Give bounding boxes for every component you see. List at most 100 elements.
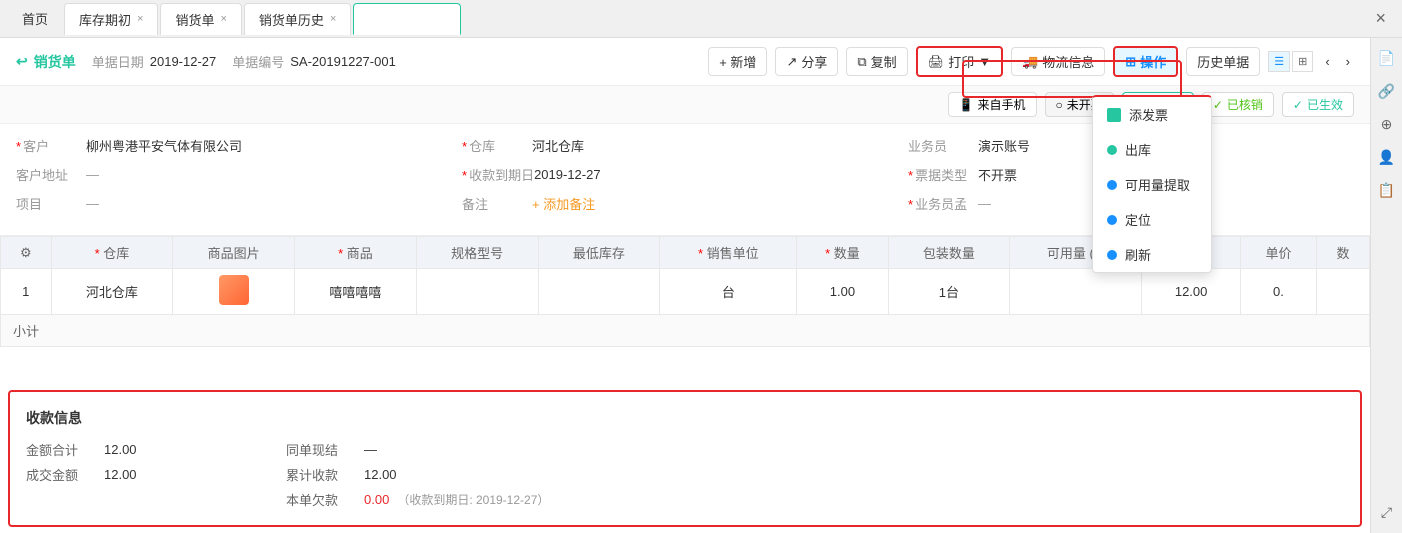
tab-home[interactable]: 首页 [8,3,62,35]
sidebar-list-icon[interactable]: 📋 [1374,178,1399,203]
logistics-icon: 🚚 [1022,54,1038,70]
history-button[interactable]: 历史单据 [1186,47,1260,76]
add-button[interactable]: + 新增 [708,47,767,76]
outstanding-row: 本单欠款 0.00 （收款到期日: 2019-12-27） [286,490,1344,509]
ticket-type-value: 不开票 [978,165,1017,184]
address-value: — [86,167,99,182]
menu-ship-out[interactable]: 出库 [1093,132,1211,167]
warehouse-value: 河北仓库 [532,136,584,155]
address-label: 客户地址 [16,165,86,184]
col-gear: ⚙ [1,237,52,269]
print-button[interactable]: 🖨 打印 ▼ [916,46,1003,77]
sidebar-link-icon[interactable]: 🔗 [1374,79,1399,104]
history-label: 历史单据 [1197,52,1249,71]
doc-no-meta: 单据编号 SA-20191227-001 [232,52,396,71]
row-product: 嘻嘻嘻嘻 [295,269,417,315]
col-amount: 数 [1316,237,1369,269]
tab-home-label: 首页 [22,9,48,28]
sidebar-doc-icon[interactable]: 📄 [1374,46,1399,71]
col-price: 单价 [1241,237,1317,269]
deal-amount-row: 成交金额 12.00 [26,465,286,484]
project-field: 项目 — [16,194,462,213]
copy-label: 复制 [871,52,897,71]
col-pack-qty: 包装数量 [888,237,1010,269]
operate-button[interactable]: ⊞ 操作 [1113,46,1178,77]
available-qty-label: 可用量提取 [1125,175,1190,194]
menu-available-qty[interactable]: 可用量提取 [1093,167,1211,202]
right-sidebar: 📄 🔗 ⊕ 👤 📋 ⤢ [1370,38,1402,533]
row-warehouse: 河北仓库 [51,269,173,315]
bottom-left: 金额合计 12.00 成交金额 12.00 [26,440,286,509]
amount-total-value: 12.00 [104,442,137,457]
warehouse-label: 仓库 [462,136,532,155]
note-field: 备注 + 添加备注 [462,194,908,213]
tab-inventory-init[interactable]: 库存期初 × [64,3,158,35]
project-label: 项目 [16,194,86,213]
col-product: 商品 [295,237,417,269]
tab-sales-order[interactable]: 销货单 × [160,3,241,35]
menu-add-invoice[interactable]: 添发票 [1093,97,1211,132]
col-product-img: 商品图片 [173,237,295,269]
doc-type: ↩ 销货单 [16,52,76,72]
logistics-label: 物流信息 [1042,52,1094,71]
locate-icon [1107,215,1117,225]
doc-date-value: 2019-12-27 [150,54,217,69]
add-invoice-icon [1107,108,1121,122]
tab-sales-order-close[interactable]: × [220,13,226,25]
logistics-button[interactable]: 🚚 物流信息 [1011,47,1105,76]
col-min-stock: 最低库存 [538,237,660,269]
tab-sales-history-close[interactable]: × [330,13,336,25]
tab-view-sales-close[interactable]: × [439,13,445,25]
operate-icon: ⊞ [1125,54,1136,70]
customer-label: 客户 [16,136,86,155]
view-grid-button[interactable]: ⊞ [1292,51,1313,72]
sidebar-add-icon[interactable]: ⊕ [1377,112,1397,137]
effective-button[interactable]: ✓ 已生效 [1282,92,1354,117]
sold-icon: ✓ [1213,98,1223,112]
menu-refresh[interactable]: 刷新 [1093,237,1211,272]
project-value: — [86,196,99,211]
row-product-img [173,269,295,315]
row-price: 0. [1241,269,1317,315]
subtotal-row: 小计 [1,315,1370,347]
share-button[interactable]: ↗ 分享 [775,47,838,76]
same-settle-row: 同单现结 — [286,440,1344,459]
gear-icon[interactable]: ⚙ [20,245,32,260]
print-label: 打印 [948,52,974,71]
salesperson2-value: — [978,196,991,211]
amount-total-row: 金额合计 12.00 [26,440,286,459]
window-close[interactable]: × [1367,8,1394,29]
total-receipt-row: 累计收款 12.00 [286,465,1344,484]
same-settle-value: — [364,442,377,457]
sidebar-user-icon[interactable]: 👤 [1374,145,1399,170]
row-stock: 12.00 [1142,269,1241,315]
nav-prev[interactable]: ‹ [1321,54,1333,69]
same-settle-label: 同单现结 [286,440,356,459]
row-qty: 1.00 [797,269,888,315]
deal-amount-value: 12.00 [104,467,137,482]
col-warehouse: 仓库 [51,237,173,269]
doc-date-meta: 单据日期 2019-12-27 [92,52,217,71]
doc-no-value: SA-20191227-001 [290,54,396,69]
menu-locate[interactable]: 定位 [1093,202,1211,237]
copy-button[interactable]: ⧉ 复制 [846,47,907,76]
tab-inventory-init-close[interactable]: × [137,13,143,25]
outstanding-value: 0.00 [364,492,389,507]
sidebar-expand-icon[interactable]: ⤢ [1377,500,1396,525]
outstanding-hint: （收款到期日: 2019-12-27） [397,491,549,508]
view-list-button[interactable]: ☰ [1268,51,1290,72]
row-no: 1 [1,269,52,315]
row-spec [416,269,538,315]
sold-button[interactable]: ✓ 已核销 [1202,92,1274,117]
bottom-panel: 收款信息 金额合计 12.00 成交金额 12.00 同单现结 — [8,390,1362,527]
tab-view-sales[interactable]: 查看销货单 × [353,3,460,35]
ticket-type-label: 票据类型 [908,165,978,184]
nav-next[interactable]: › [1342,54,1354,69]
from-phone-button[interactable]: 📱 来自手机 [948,92,1037,117]
available-qty-icon [1107,180,1117,190]
operate-dropdown: 添发票 出库 可用量提取 定位 刷新 [1092,95,1212,273]
warehouse-field: 仓库 河北仓库 [462,136,908,155]
tab-sales-history[interactable]: 销货单历史 × [244,3,351,35]
effective-label: 已生效 [1307,96,1343,113]
add-note-button[interactable]: + 添加备注 [532,194,595,213]
